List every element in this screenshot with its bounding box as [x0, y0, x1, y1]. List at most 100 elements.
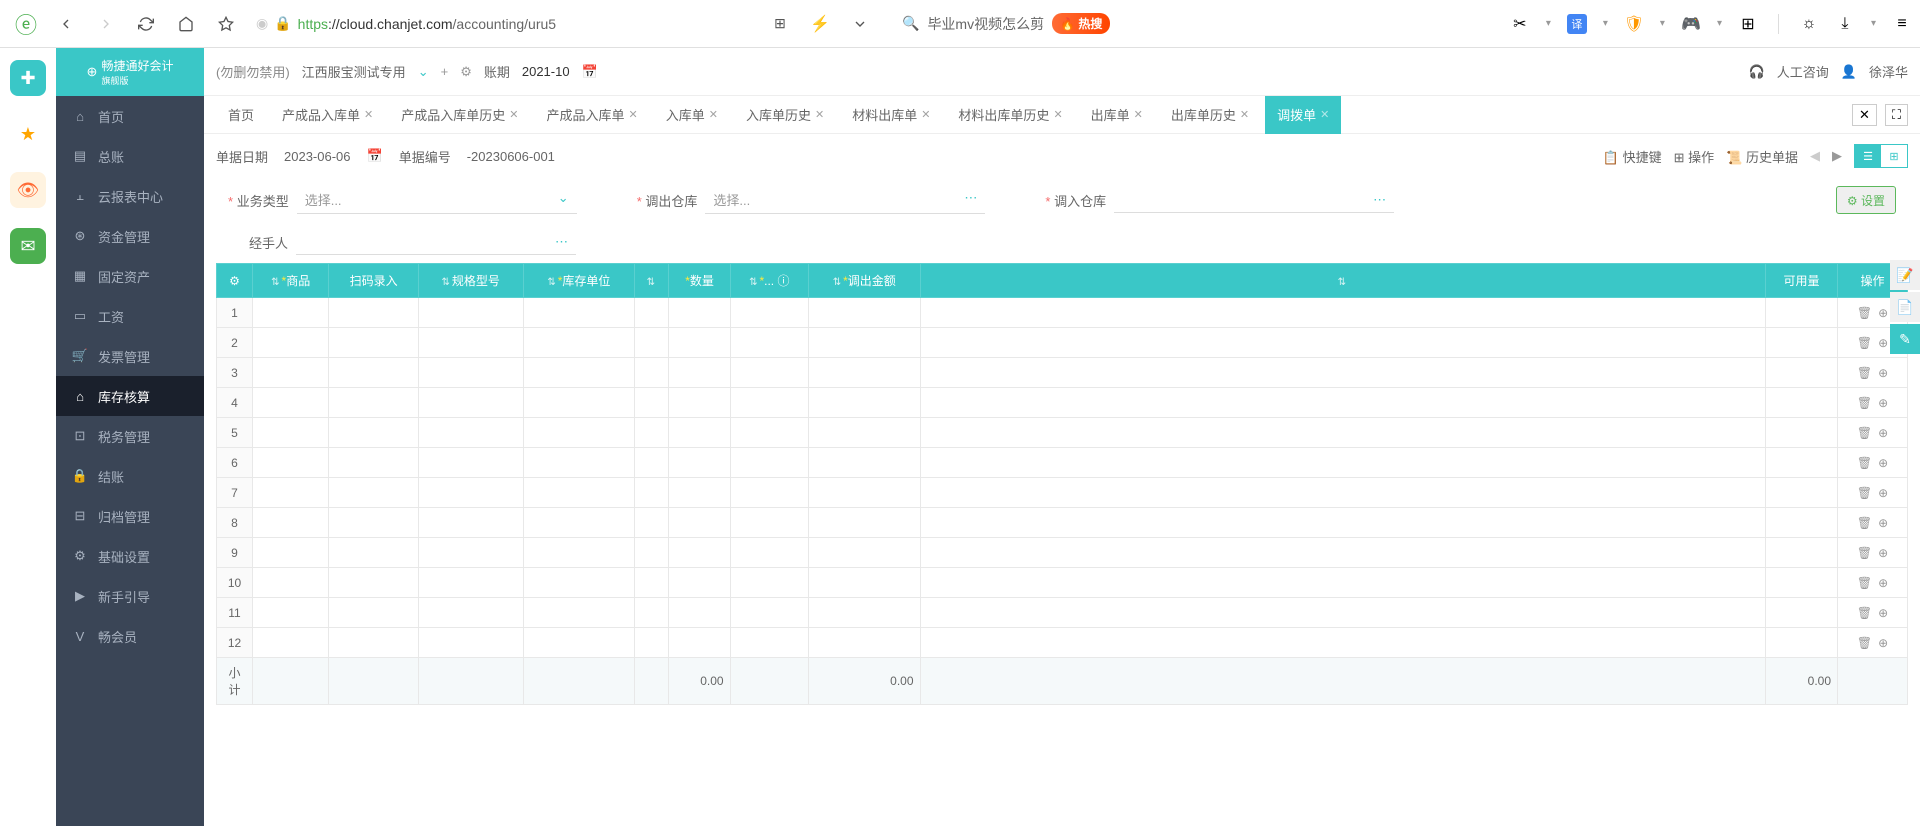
- col-available[interactable]: 可用量: [1766, 264, 1838, 298]
- next-icon[interactable]: ▶: [1832, 148, 1842, 164]
- table-row[interactable]: 7🗑⊕: [217, 478, 1908, 508]
- reload-button[interactable]: [128, 6, 164, 42]
- in-wh-select[interactable]: ⋯: [1114, 188, 1394, 213]
- url-bar[interactable]: ◉ 🔒 https://cloud.chanjet.com/accounting…: [248, 8, 758, 40]
- copy-icon[interactable]: ⊕: [1878, 366, 1888, 380]
- avatar-icon[interactable]: 👤: [1841, 64, 1857, 80]
- close-all-icon[interactable]: ✕: [1852, 104, 1877, 126]
- col-price[interactable]: ⇅*... ⓘ: [730, 264, 808, 298]
- operate-link[interactable]: ⊞ 操作: [1674, 147, 1715, 166]
- delete-icon[interactable]: 🗑: [1857, 306, 1872, 320]
- user-name[interactable]: 徐泽华: [1869, 62, 1908, 81]
- handler-select[interactable]: ⋯: [296, 230, 576, 255]
- table-row[interactable]: 2🗑⊕: [217, 328, 1908, 358]
- col-scan[interactable]: 扫码录入: [329, 264, 418, 298]
- sidebar-item-home[interactable]: ⌂首页: [56, 96, 204, 136]
- dock-mail[interactable]: ✉: [10, 228, 46, 264]
- sidebar-item-tax[interactable]: ⊡税务管理: [56, 416, 204, 456]
- col-empty2[interactable]: ⇅: [920, 264, 1766, 298]
- col-amount[interactable]: ⇅*调出金额: [808, 264, 920, 298]
- back-button[interactable]: [48, 6, 84, 42]
- close-icon[interactable]: ✕: [1134, 108, 1143, 121]
- dropdown-icon[interactable]: ▾: [1603, 18, 1608, 29]
- dropdown-icon[interactable]: ▾: [1546, 18, 1551, 29]
- copy-icon[interactable]: ⊕: [1878, 306, 1888, 320]
- gear-column[interactable]: ⚙: [217, 264, 253, 298]
- table-row[interactable]: 9🗑⊕: [217, 538, 1908, 568]
- sidebar-item-salary[interactable]: ▭工资: [56, 296, 204, 336]
- sidebar-item-settings[interactable]: ⚙基础设置: [56, 536, 204, 576]
- sidebar-item-guide[interactable]: ▶新手引导: [56, 576, 204, 616]
- tab-item[interactable]: 产成品入库单✕: [270, 96, 385, 134]
- table-row[interactable]: 6🗑⊕: [217, 448, 1908, 478]
- tab-item[interactable]: 产成品入库单历史✕: [389, 96, 530, 134]
- table-row[interactable]: 12🗑⊕: [217, 628, 1908, 658]
- delete-icon[interactable]: 🗑: [1857, 426, 1872, 440]
- history-link[interactable]: 📜 历史单据: [1726, 147, 1798, 166]
- col-unit[interactable]: ⇅*库存单位: [523, 264, 635, 298]
- copy-icon[interactable]: ⊕: [1878, 606, 1888, 620]
- copy-icon[interactable]: ⊕: [1878, 576, 1888, 590]
- close-icon[interactable]: ✕: [364, 108, 373, 121]
- translate-icon[interactable]: 译: [1567, 14, 1587, 34]
- home-button[interactable]: [168, 6, 204, 42]
- tab-item[interactable]: 入库单✕: [654, 96, 730, 134]
- col-empty1[interactable]: ⇅: [635, 264, 669, 298]
- rdock-edit[interactable]: ✎: [1890, 324, 1920, 354]
- table-row[interactable]: 4🗑⊕: [217, 388, 1908, 418]
- close-icon[interactable]: ✕: [709, 108, 718, 121]
- tab-home[interactable]: 首页: [216, 96, 266, 134]
- col-spec[interactable]: ⇅规格型号: [418, 264, 523, 298]
- delete-icon[interactable]: 🗑: [1857, 486, 1872, 500]
- close-icon[interactable]: ✕: [509, 108, 518, 121]
- close-icon[interactable]: ✕: [629, 108, 638, 121]
- sidebar-item-ledger[interactable]: ▤总账: [56, 136, 204, 176]
- tab-item[interactable]: 材料出库单历史✕: [946, 96, 1074, 134]
- dock-weibo[interactable]: 👁: [10, 172, 46, 208]
- delete-icon[interactable]: 🗑: [1857, 606, 1872, 620]
- tab-transfer[interactable]: 调拨单✕: [1265, 96, 1341, 134]
- calendar-icon[interactable]: 📅: [582, 64, 598, 80]
- table-row[interactable]: 5🗑⊕: [217, 418, 1908, 448]
- tab-item[interactable]: 材料出库单✕: [840, 96, 942, 134]
- table-row[interactable]: 8🗑⊕: [217, 508, 1908, 538]
- close-icon[interactable]: ✕: [1053, 108, 1062, 121]
- delete-icon[interactable]: 🗑: [1857, 396, 1872, 410]
- delete-icon[interactable]: 🗑: [1857, 366, 1872, 380]
- favorite-button[interactable]: [208, 6, 244, 42]
- copy-icon[interactable]: ⊕: [1878, 636, 1888, 650]
- close-icon[interactable]: ✕: [815, 108, 824, 121]
- grid-view-btn[interactable]: ⊞: [1881, 145, 1907, 167]
- copy-icon[interactable]: ⊕: [1878, 396, 1888, 410]
- add-icon[interactable]: +: [441, 64, 449, 79]
- hot-badge[interactable]: 🔥 热搜: [1052, 13, 1110, 34]
- logo-360[interactable]: ⓔ: [8, 6, 44, 42]
- search-area[interactable]: 🔍 毕业mv视频怎么剪 🔥 热搜: [902, 13, 1110, 34]
- menu-icon[interactable]: ≡: [1892, 14, 1912, 34]
- copy-icon[interactable]: ⊕: [1878, 516, 1888, 530]
- shield-icon[interactable]: 🛡: [1624, 14, 1644, 34]
- table-row[interactable]: 3🗑⊕: [217, 358, 1908, 388]
- dock-app-2[interactable]: ★: [10, 116, 46, 152]
- copy-icon[interactable]: ⊕: [1878, 546, 1888, 560]
- biz-type-select[interactable]: 选择...⌄: [297, 186, 577, 214]
- expand-icon[interactable]: ⛶: [1885, 104, 1908, 126]
- dropdown-icon[interactable]: ▾: [1871, 18, 1876, 29]
- table-row[interactable]: 11🗑⊕: [217, 598, 1908, 628]
- dropdown-icon[interactable]: ▾: [1717, 18, 1722, 29]
- col-qty[interactable]: *数量: [669, 264, 730, 298]
- shortcut-link[interactable]: 📋 快捷键: [1603, 147, 1662, 166]
- dropdown-icon[interactable]: ▾: [1660, 18, 1665, 29]
- sidebar-item-reports[interactable]: ⫠云报表中心: [56, 176, 204, 216]
- sidebar-item-archive[interactable]: ⊟归档管理: [56, 496, 204, 536]
- company-name[interactable]: 江西服宝测试专用: [302, 62, 406, 81]
- flash-icon[interactable]: ⚡: [802, 6, 838, 42]
- list-view-btn[interactable]: ☰: [1855, 145, 1881, 167]
- sidebar-item-invoice[interactable]: 🛒发票管理: [56, 336, 204, 376]
- delete-icon[interactable]: 🗑: [1857, 546, 1872, 560]
- copy-icon[interactable]: ⊕: [1878, 426, 1888, 440]
- gear-icon[interactable]: ⚙: [460, 64, 472, 80]
- sidebar-item-assets[interactable]: ▦固定资产: [56, 256, 204, 296]
- col-product[interactable]: ⇅*商品: [253, 264, 329, 298]
- close-icon[interactable]: ✕: [1240, 108, 1249, 121]
